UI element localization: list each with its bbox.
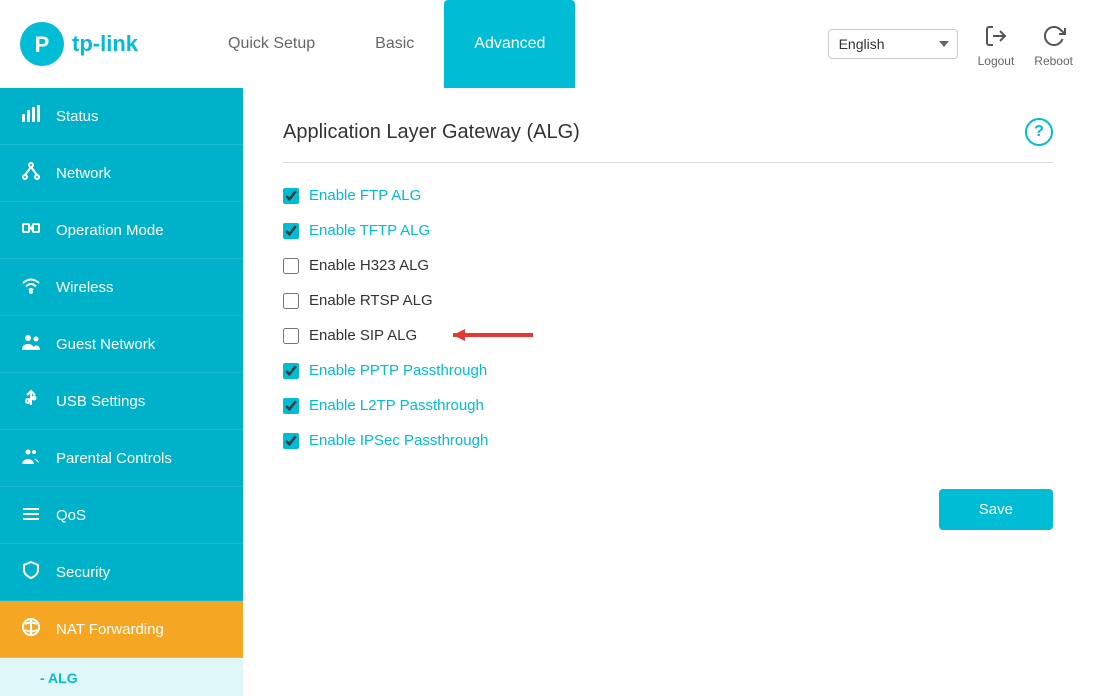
- alg-sip-checkbox[interactable]: [283, 328, 299, 344]
- wireless-icon: [20, 275, 42, 300]
- sidebar-item-label: Wireless: [56, 279, 114, 296]
- sidebar-item-label: QoS: [56, 507, 86, 524]
- nav-advanced[interactable]: Advanced: [444, 0, 575, 88]
- sidebar-sub-alg[interactable]: - ALG: [0, 658, 243, 696]
- sidebar-item-usb-settings[interactable]: USB Settings: [0, 373, 243, 430]
- alg-l2tp-label[interactable]: Enable L2TP Passthrough: [309, 397, 484, 414]
- alg-sip-item: Enable SIP ALG: [283, 327, 1053, 344]
- alg-sip-label[interactable]: Enable SIP ALG: [309, 327, 417, 344]
- nav-basic[interactable]: Basic: [345, 0, 444, 88]
- save-button[interactable]: Save: [939, 489, 1053, 530]
- alg-ftp-checkbox[interactable]: [283, 188, 299, 204]
- logo-area: P tp-link: [20, 22, 138, 66]
- parental-controls-icon: [20, 446, 42, 471]
- network-icon: [20, 161, 42, 186]
- sidebar: Status Network: [0, 88, 243, 696]
- language-select[interactable]: English Chinese French: [828, 29, 958, 59]
- alg-rtsp-item: Enable RTSP ALG: [283, 292, 1053, 309]
- page-title: Application Layer Gateway (ALG): [283, 121, 580, 144]
- alg-pptp-label[interactable]: Enable PPTP Passthrough: [309, 362, 487, 379]
- alg-l2tp-item: Enable L2TP Passthrough: [283, 397, 1053, 414]
- divider: [283, 162, 1053, 163]
- logout-icon: [980, 20, 1012, 52]
- header: P tp-link Quick Setup Basic Advanced Eng…: [0, 0, 1093, 88]
- alg-tftp-checkbox[interactable]: [283, 223, 299, 239]
- usb-icon: [20, 389, 42, 414]
- sidebar-item-guest-network[interactable]: Guest Network: [0, 316, 243, 373]
- reboot-label: Reboot: [1034, 54, 1073, 68]
- alg-l2tp-checkbox[interactable]: [283, 398, 299, 414]
- help-button[interactable]: ?: [1025, 118, 1053, 146]
- status-icon: [20, 104, 42, 129]
- logo-text: tp-link: [72, 31, 138, 57]
- sidebar-item-wireless[interactable]: Wireless: [0, 259, 243, 316]
- guest-network-icon: [20, 332, 42, 357]
- alg-rtsp-checkbox[interactable]: [283, 293, 299, 309]
- alg-tftp-item: Enable TFTP ALG: [283, 222, 1053, 239]
- sidebar-item-parental-controls[interactable]: Parental Controls: [0, 430, 243, 487]
- sidebar-item-label: Parental Controls: [56, 450, 172, 467]
- sidebar-item-label: Operation Mode: [56, 222, 164, 239]
- sidebar-item-qos[interactable]: QoS: [0, 487, 243, 544]
- sidebar-item-status[interactable]: Status: [0, 88, 243, 145]
- alg-ipsec-checkbox[interactable]: [283, 433, 299, 449]
- alg-ftp-label[interactable]: Enable FTP ALG: [309, 187, 421, 204]
- content-header: Application Layer Gateway (ALG) ?: [283, 118, 1053, 146]
- alg-h323-item: Enable H323 ALG: [283, 257, 1053, 274]
- sidebar-item-operation-mode[interactable]: Operation Mode: [0, 202, 243, 259]
- nav-quick-setup[interactable]: Quick Setup: [198, 0, 345, 88]
- sip-arrow-annotation: [443, 321, 543, 349]
- sidebar-item-label: Network: [56, 165, 111, 182]
- alg-rtsp-label[interactable]: Enable RTSP ALG: [309, 292, 433, 309]
- sidebar-item-label: Status: [56, 108, 99, 125]
- qos-icon: [20, 505, 42, 526]
- sidebar-item-nat-forwarding[interactable]: NAT Forwarding: [0, 601, 243, 658]
- red-arrow-icon: [443, 321, 543, 349]
- logout-label: Logout: [978, 54, 1015, 68]
- logout-button[interactable]: Logout: [978, 20, 1015, 68]
- sidebar-item-label: NAT Forwarding: [56, 621, 164, 638]
- save-area: Save: [283, 489, 1053, 530]
- content-area: Application Layer Gateway (ALG) ? Enable…: [243, 88, 1093, 696]
- alg-h323-label[interactable]: Enable H323 ALG: [309, 257, 429, 274]
- sidebar-item-label: Security: [56, 564, 110, 581]
- alg-pptp-checkbox[interactable]: [283, 363, 299, 379]
- alg-ftp-item: Enable FTP ALG: [283, 187, 1053, 204]
- reboot-icon: [1038, 20, 1070, 52]
- main-layout: Status Network: [0, 88, 1093, 696]
- tp-link-logo-icon: P: [20, 22, 64, 66]
- operation-mode-icon: [20, 218, 42, 243]
- reboot-button[interactable]: Reboot: [1034, 20, 1073, 68]
- nat-forwarding-icon: [20, 617, 42, 642]
- alg-pptp-item: Enable PPTP Passthrough: [283, 362, 1053, 379]
- sidebar-item-label: USB Settings: [56, 393, 145, 410]
- svg-text:P: P: [35, 32, 50, 57]
- sidebar-sub-menu: - ALG: [0, 658, 243, 696]
- alg-ipsec-item: Enable IPSec Passthrough: [283, 432, 1053, 449]
- alg-options-list: Enable FTP ALG Enable TFTP ALG Enable H3…: [283, 187, 1053, 449]
- sidebar-item-security[interactable]: Security: [0, 544, 243, 601]
- alg-tftp-label[interactable]: Enable TFTP ALG: [309, 222, 430, 239]
- main-nav: Quick Setup Basic Advanced: [198, 0, 828, 88]
- alg-h323-checkbox[interactable]: [283, 258, 299, 274]
- alg-ipsec-label[interactable]: Enable IPSec Passthrough: [309, 432, 488, 449]
- header-right: English Chinese French Logout Reboot: [828, 20, 1073, 68]
- sidebar-item-label: Guest Network: [56, 336, 155, 353]
- security-icon: [20, 560, 42, 585]
- sidebar-item-network[interactable]: Network: [0, 145, 243, 202]
